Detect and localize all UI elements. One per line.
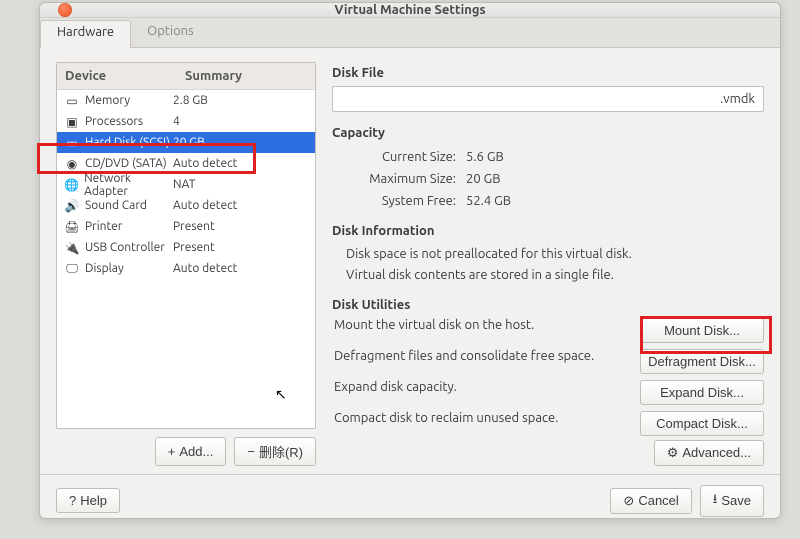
- mount-disk-button[interactable]: Mount Disk...: [640, 318, 764, 343]
- table-row[interactable]: 🖨Printer Present: [57, 216, 315, 237]
- table-row[interactable]: 🔌USB Controller Present: [57, 237, 315, 258]
- sound-icon: 🔊: [63, 199, 81, 213]
- gear-icon: ⚙: [667, 445, 679, 461]
- minus-icon: −: [247, 444, 255, 459]
- table-row[interactable]: ▭Memory 2.8 GB: [57, 90, 315, 111]
- table-row[interactable]: 🖵Display Auto detect: [57, 258, 315, 279]
- cd-icon: ◉: [63, 157, 81, 171]
- diskfile-field[interactable]: .vmdk: [332, 86, 764, 112]
- tab-options[interactable]: Options: [131, 18, 210, 48]
- display-icon: 🖵: [63, 262, 81, 276]
- close-icon[interactable]: [58, 3, 72, 17]
- save-button[interactable]: ⭳Save: [700, 485, 764, 517]
- table-row[interactable]: ▭Hard Disk (SCSI) 20 GB: [57, 132, 315, 153]
- help-icon: ?: [69, 493, 76, 508]
- device-table: Device Summary ▭Memory 2.8 GB ▣Processor…: [56, 62, 316, 429]
- hdd-icon: ▭: [63, 136, 81, 150]
- cancel-icon: ⊘: [623, 493, 634, 509]
- diskutil-heading: Disk Utilities: [332, 298, 764, 312]
- col-summary: Summary: [185, 69, 242, 83]
- plus-icon: +: [168, 444, 176, 459]
- memory-icon: ▭: [63, 94, 81, 108]
- diskinfo-heading: Disk Information: [332, 224, 764, 238]
- table-row[interactable]: 🌐Network Adapter NAT: [57, 174, 315, 195]
- help-button[interactable]: ?Help: [56, 488, 120, 513]
- network-icon: 🌐: [63, 178, 80, 192]
- add-button[interactable]: +Add...: [155, 437, 227, 466]
- window-title: Virtual Machine Settings: [40, 3, 780, 17]
- settings-window: Virtual Machine Settings Hardware Option…: [39, 2, 781, 519]
- cancel-button[interactable]: ⊘Cancel: [610, 488, 691, 514]
- printer-icon: 🖨: [63, 220, 81, 234]
- table-row[interactable]: ▣Processors 4: [57, 111, 315, 132]
- usb-icon: 🔌: [63, 241, 81, 255]
- col-device: Device: [65, 69, 185, 83]
- tab-hardware[interactable]: Hardware: [40, 20, 131, 48]
- cpu-icon: ▣: [63, 115, 81, 129]
- titlebar: Virtual Machine Settings: [40, 3, 780, 18]
- defragment-disk-button[interactable]: Defragment Disk...: [640, 349, 764, 374]
- advanced-button[interactable]: ⚙Advanced...: [654, 440, 764, 466]
- expand-disk-button[interactable]: Expand Disk...: [640, 380, 764, 405]
- remove-button[interactable]: −删除(R): [234, 437, 316, 466]
- tabs: Hardware Options: [40, 18, 780, 48]
- download-icon: ⭳: [713, 490, 718, 512]
- diskfile-heading: Disk File: [332, 66, 764, 80]
- table-row[interactable]: 🔊Sound Card Auto detect: [57, 195, 315, 216]
- capacity-heading: Capacity: [332, 126, 764, 140]
- compact-disk-button[interactable]: Compact Disk...: [640, 411, 764, 436]
